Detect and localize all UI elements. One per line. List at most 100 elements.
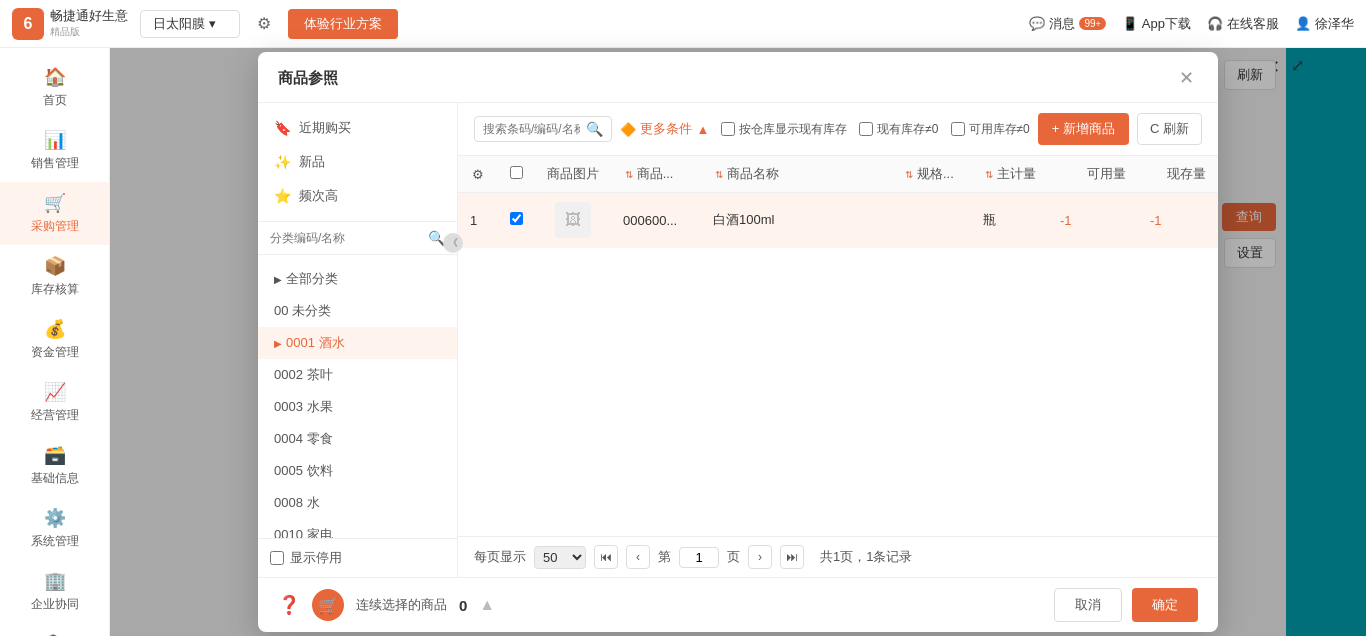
collapse-footer-icon[interactable]: ▲ [479, 596, 495, 614]
row-checkbox[interactable] [510, 212, 523, 225]
show-disabled-checkbox[interactable] [270, 551, 284, 565]
recent-purchase-item[interactable]: 🔖 近期购买 [258, 111, 457, 145]
category-0010[interactable]: 0010 家电 [258, 519, 457, 538]
settings-icon[interactable]: ⚙ [248, 8, 280, 40]
category-00[interactable]: 00 未分类 [258, 295, 457, 327]
sidebar-item-guide[interactable]: 📚 新手引导 [0, 623, 109, 636]
category-all[interactable]: ▶ 全部分类 [258, 263, 457, 295]
first-page-button[interactable]: ⏮ [594, 545, 618, 569]
cta-button[interactable]: 体验行业方案 [288, 9, 398, 39]
more-filter-button[interactable]: 🔶 更多条件 ▲ [620, 120, 709, 138]
col-settings[interactable]: ⚙ [458, 156, 498, 193]
category-0005-label: 0005 饮料 [274, 462, 333, 480]
product-table: ⚙ 商品图片 ⇅ 商品... [458, 156, 1218, 248]
category-0002-label: 0002 茶叶 [274, 366, 333, 384]
warehouse-filter[interactable]: 按仓库显示现有库存 [721, 121, 847, 138]
sidebar-label-business: 经营管理 [31, 407, 79, 424]
refresh-button[interactable]: C 刷新 [1137, 113, 1202, 145]
new-product-label: 新品 [299, 153, 325, 171]
category-0004[interactable]: 0004 零食 [258, 423, 457, 455]
product-search-input[interactable] [483, 122, 580, 136]
corp-icon: 🏢 [44, 570, 66, 592]
sidebar-item-home[interactable]: 🏠 首页 [0, 56, 109, 119]
sidebar-item-business[interactable]: 📈 经营管理 [0, 371, 109, 434]
stock-checkbox[interactable] [859, 122, 873, 136]
select-all-checkbox[interactable] [510, 166, 523, 179]
sidebar-label-inventory: 库存核算 [31, 281, 79, 298]
modal-body: 🔖 近期购买 ✨ 新品 ⭐ 频次高 [258, 103, 1218, 577]
sidebar-item-base[interactable]: 🗃️ 基础信息 [0, 434, 109, 497]
table-row[interactable]: 1 🖼 000600... 白酒100ml [458, 193, 1218, 248]
product-search-icon[interactable]: 🔍 [586, 121, 603, 137]
confirm-button[interactable]: 确定 [1132, 588, 1198, 622]
filter-checkboxes: 按仓库显示现有库存 现有库存≠0 可用库存≠0 [721, 121, 1030, 138]
category-0003[interactable]: 0003 水果 [258, 391, 457, 423]
nav-selector[interactable]: 日太阳膜 ▾ [140, 10, 240, 38]
sidebar-item-system[interactable]: ⚙️ 系统管理 [0, 497, 109, 560]
col-name-header[interactable]: ⇅ 商品名称 [701, 156, 891, 193]
add-product-button[interactable]: + 新增商品 [1038, 113, 1129, 145]
pagination-bar: 每页显示 50 100 200 ⏮ ‹ 第 页 › [458, 536, 1218, 577]
category-0008[interactable]: 0008 水 [258, 487, 457, 519]
cart-icon[interactable]: 🛒 [312, 589, 344, 621]
username-label: 徐泽华 [1315, 15, 1354, 33]
stock-filter[interactable]: 现有库存≠0 [859, 121, 938, 138]
modal-header: 商品参照 ✕ [258, 52, 1218, 103]
col-unit-header[interactable]: ⇅ 主计量 [971, 156, 1048, 193]
next-page-button[interactable]: › [748, 545, 772, 569]
modal-close-button[interactable]: ✕ [1174, 66, 1198, 90]
message-icon: 💬 [1029, 16, 1045, 31]
product-table-container: ⚙ 商品图片 ⇅ 商品... [458, 156, 1218, 536]
category-search: 🔍 [258, 222, 457, 255]
sort-icon: ⇅ [625, 169, 633, 180]
arrow-right-icon: ▶ [274, 274, 282, 285]
category-0001[interactable]: ▶ 0001 酒水 [258, 327, 457, 359]
page-number-input[interactable] [679, 547, 719, 568]
sidebar-label-corp: 企业协同 [31, 596, 79, 613]
category-0002[interactable]: 0002 茶叶 [258, 359, 457, 391]
arrow-active-icon: ▶ [274, 338, 282, 349]
sidebar-item-corp[interactable]: 🏢 企业协同 [0, 560, 109, 623]
warehouse-checkbox[interactable] [721, 122, 735, 136]
col-code-header[interactable]: ⇅ 商品... [611, 156, 701, 193]
row-stock: -1 [1138, 193, 1218, 248]
available-filter[interactable]: 可用库存≠0 [951, 121, 1030, 138]
business-icon: 📈 [44, 381, 66, 403]
bookmark-icon: 🔖 [274, 120, 291, 136]
system-icon: ⚙️ [44, 507, 66, 529]
prev-page-button[interactable]: ‹ [626, 545, 650, 569]
messages-button[interactable]: 💬 消息 99+ [1029, 15, 1105, 33]
sidebar-item-finance[interactable]: 💰 资金管理 [0, 308, 109, 371]
category-0005[interactable]: 0005 饮料 [258, 455, 457, 487]
user-menu[interactable]: 👤 徐泽华 [1295, 15, 1354, 33]
help-icon[interactable]: ❓ [278, 594, 300, 616]
frequent-item[interactable]: ⭐ 频次高 [258, 179, 457, 213]
cancel-button[interactable]: 取消 [1054, 588, 1122, 622]
category-search-input[interactable] [270, 231, 422, 245]
sidebar-item-purchase[interactable]: 🛒 采购管理 [0, 182, 109, 245]
home-icon: 🏠 [44, 66, 66, 88]
filter-arrow-icon: ▲ [696, 122, 709, 137]
online-service-button[interactable]: 🎧 在线客服 [1207, 15, 1279, 33]
message-label: 消息 [1049, 15, 1075, 33]
page-size-label: 每页显示 [474, 548, 526, 566]
page-size-select[interactable]: 50 100 200 [534, 546, 586, 569]
row-checkbox-cell[interactable] [498, 193, 535, 248]
sidebar-label-home: 首页 [43, 92, 67, 109]
left-footer: 显示停用 [258, 538, 457, 577]
sidebar-item-inventory[interactable]: 📦 库存核算 [0, 245, 109, 308]
new-product-item[interactable]: ✨ 新品 [258, 145, 457, 179]
collapse-panel-button[interactable]: 《 [443, 233, 463, 253]
sidebar-label-sales: 销售管理 [31, 155, 79, 172]
sidebar-item-sales[interactable]: 📊 销售管理 [0, 119, 109, 182]
last-page-button[interactable]: ⏭ [780, 545, 804, 569]
base-icon: 🗃️ [44, 444, 66, 466]
col-spec-header[interactable]: ⇅ 规格... [891, 156, 971, 193]
col-available-header: 可用量 [1048, 156, 1138, 193]
available-checkbox[interactable] [951, 122, 965, 136]
table-header-row: ⚙ 商品图片 ⇅ 商品... [458, 156, 1218, 193]
product-reference-modal: 商品参照 ✕ 🔖 近期购买 ✨ [258, 52, 1218, 632]
show-disabled-label: 显示停用 [290, 549, 342, 567]
page-info: 共1页，1条记录 [820, 548, 912, 566]
app-download-button[interactable]: 📱 App下载 [1122, 15, 1191, 33]
